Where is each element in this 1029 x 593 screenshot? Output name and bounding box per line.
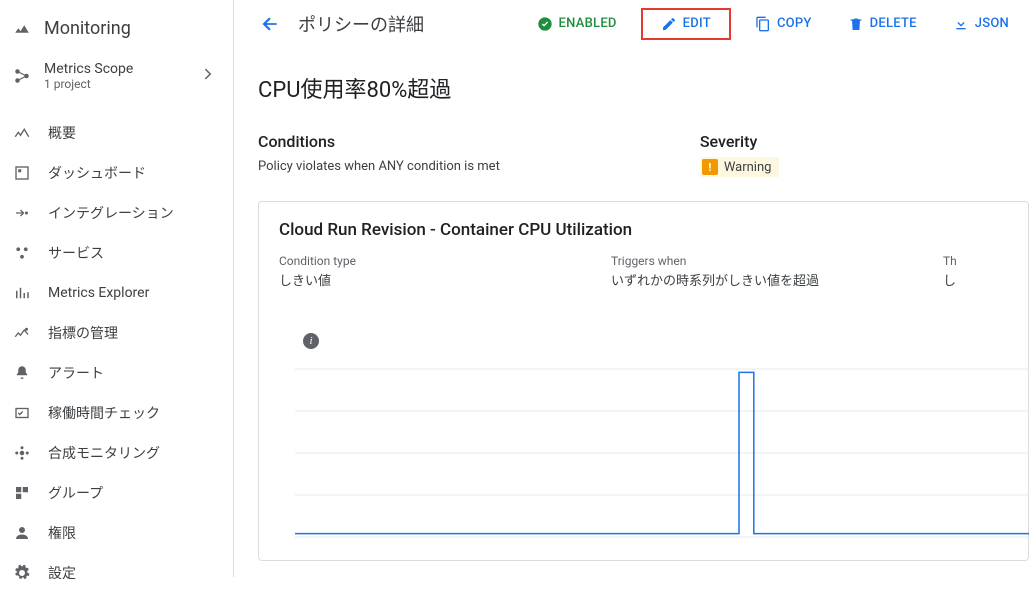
json-button[interactable]: JSON	[941, 8, 1021, 40]
condition-trigger-value: いずれかの時系列がしきい値を超過	[611, 270, 943, 289]
nav-label: 概要	[48, 123, 76, 143]
content: CPU使用率80%超過 Conditions Policy violates w…	[234, 48, 1029, 561]
dashboards-icon	[12, 163, 32, 183]
nav-label: 権限	[48, 523, 76, 543]
topbar: ポリシーの詳細 ENABLED EDIT COPY DELETE JSON	[234, 0, 1029, 48]
uptime-icon	[12, 403, 32, 423]
scope-title: Metrics Scope	[44, 61, 133, 77]
enabled-label: ENABLED	[559, 16, 617, 31]
sidebar: Monitoring Metrics Scope 1 project 概要 ダッ…	[0, 0, 234, 577]
page-title: ポリシーの詳細	[298, 11, 424, 37]
scope-subtitle: 1 project	[44, 77, 133, 91]
scope-icon	[12, 66, 32, 86]
copy-button[interactable]: COPY	[743, 8, 824, 40]
info-icon[interactable]: i	[303, 333, 319, 349]
chart	[295, 369, 1029, 539]
nav-label: ダッシュボード	[48, 163, 146, 183]
nav-alerting[interactable]: アラート	[0, 353, 233, 393]
nav-integrations[interactable]: インテグレーション	[0, 193, 233, 233]
enabled-toggle[interactable]: ENABLED	[525, 8, 629, 40]
severity-section: Severity ! Warning	[700, 132, 780, 177]
nav-services[interactable]: サービス	[0, 233, 233, 273]
chart-gridlines	[295, 369, 1029, 537]
condition-meta: Condition type しきい値 Triggers when いずれかの時…	[279, 254, 1008, 289]
condition-trigger-label: Triggers when	[611, 254, 943, 268]
sidebar-header: Monitoring	[0, 4, 233, 53]
nav-label: グループ	[48, 483, 103, 503]
edit-label: EDIT	[683, 16, 711, 31]
severity-badge: ! Warning	[700, 157, 780, 177]
back-button[interactable]	[254, 8, 286, 40]
condition-card: Cloud Run Revision - Container CPU Utili…	[258, 201, 1029, 561]
check-circle-icon	[537, 16, 553, 32]
copy-icon	[755, 16, 771, 32]
nav-settings[interactable]: 設定	[0, 553, 233, 593]
nav-label: アラート	[48, 363, 104, 383]
condition-trigger-col: Triggers when いずれかの時系列がしきい値を超過	[611, 254, 943, 289]
nav: 概要 ダッシュボード インテグレーション サービス Metrics Explor…	[0, 113, 233, 593]
nav-label: 稼働時間チェック	[48, 403, 160, 423]
overview-icon	[12, 123, 32, 143]
services-icon	[12, 243, 32, 263]
condition-threshold-label: Th	[943, 254, 1003, 268]
download-icon	[953, 16, 969, 32]
nav-groups[interactable]: グループ	[0, 473, 233, 513]
integrations-icon	[12, 203, 32, 223]
nav-label: Metrics Explorer	[48, 285, 149, 301]
delete-button[interactable]: DELETE	[836, 8, 929, 40]
severity-heading: Severity	[700, 132, 780, 151]
metrics-mgmt-icon	[12, 323, 32, 343]
severity-value: Warning	[724, 160, 772, 175]
groups-icon	[12, 483, 32, 503]
nav-label: 設定	[48, 563, 76, 583]
gear-icon	[12, 563, 32, 583]
condition-type-label: Condition type	[279, 254, 611, 268]
condition-title: Cloud Run Revision - Container CPU Utili…	[279, 220, 1008, 240]
metrics-explorer-icon	[12, 283, 32, 303]
nav-metrics-management[interactable]: 指標の管理	[0, 313, 233, 353]
nav-label: インテグレーション	[48, 203, 174, 223]
nav-overview[interactable]: 概要	[0, 113, 233, 153]
conditions-severity-row: Conditions Policy violates when ANY cond…	[258, 132, 1029, 177]
chart-area: i	[279, 329, 1008, 529]
condition-threshold-value: し	[943, 270, 1003, 289]
trash-icon	[848, 16, 864, 32]
chevron-right-icon	[199, 65, 217, 87]
conditions-section: Conditions Policy violates when ANY cond…	[258, 132, 500, 177]
scope-text: Metrics Scope 1 project	[44, 61, 133, 91]
edit-button[interactable]: EDIT	[641, 8, 731, 40]
product-title: Monitoring	[44, 18, 131, 39]
conditions-description: Policy violates when ANY condition is me…	[258, 159, 500, 174]
synthetic-icon	[12, 443, 32, 463]
warning-icon: !	[702, 159, 718, 175]
nav-dashboards[interactable]: ダッシュボード	[0, 153, 233, 193]
json-label: JSON	[975, 16, 1009, 31]
conditions-heading: Conditions	[258, 132, 500, 151]
nav-label: 合成モニタリング	[48, 443, 160, 463]
nav-label: サービス	[48, 243, 104, 263]
nav-uptime[interactable]: 稼働時間チェック	[0, 393, 233, 433]
monitoring-product-icon	[12, 19, 32, 39]
condition-type-col: Condition type しきい値	[279, 254, 611, 289]
nav-permissions[interactable]: 権限	[0, 513, 233, 553]
nav-synthetic[interactable]: 合成モニタリング	[0, 433, 233, 473]
person-icon	[12, 523, 32, 543]
nav-metrics-explorer[interactable]: Metrics Explorer	[0, 273, 233, 313]
metrics-scope-selector[interactable]: Metrics Scope 1 project	[0, 53, 233, 103]
delete-label: DELETE	[870, 16, 917, 31]
nav-label: 指標の管理	[48, 323, 118, 343]
condition-threshold-col: Th し	[943, 254, 1003, 289]
policy-name: CPU使用率80%超過	[258, 72, 1029, 104]
pencil-icon	[661, 16, 677, 32]
condition-type-value: しきい値	[279, 270, 611, 289]
copy-label: COPY	[777, 16, 812, 31]
bell-icon	[12, 363, 32, 383]
main: ポリシーの詳細 ENABLED EDIT COPY DELETE JSON CP…	[234, 0, 1029, 577]
